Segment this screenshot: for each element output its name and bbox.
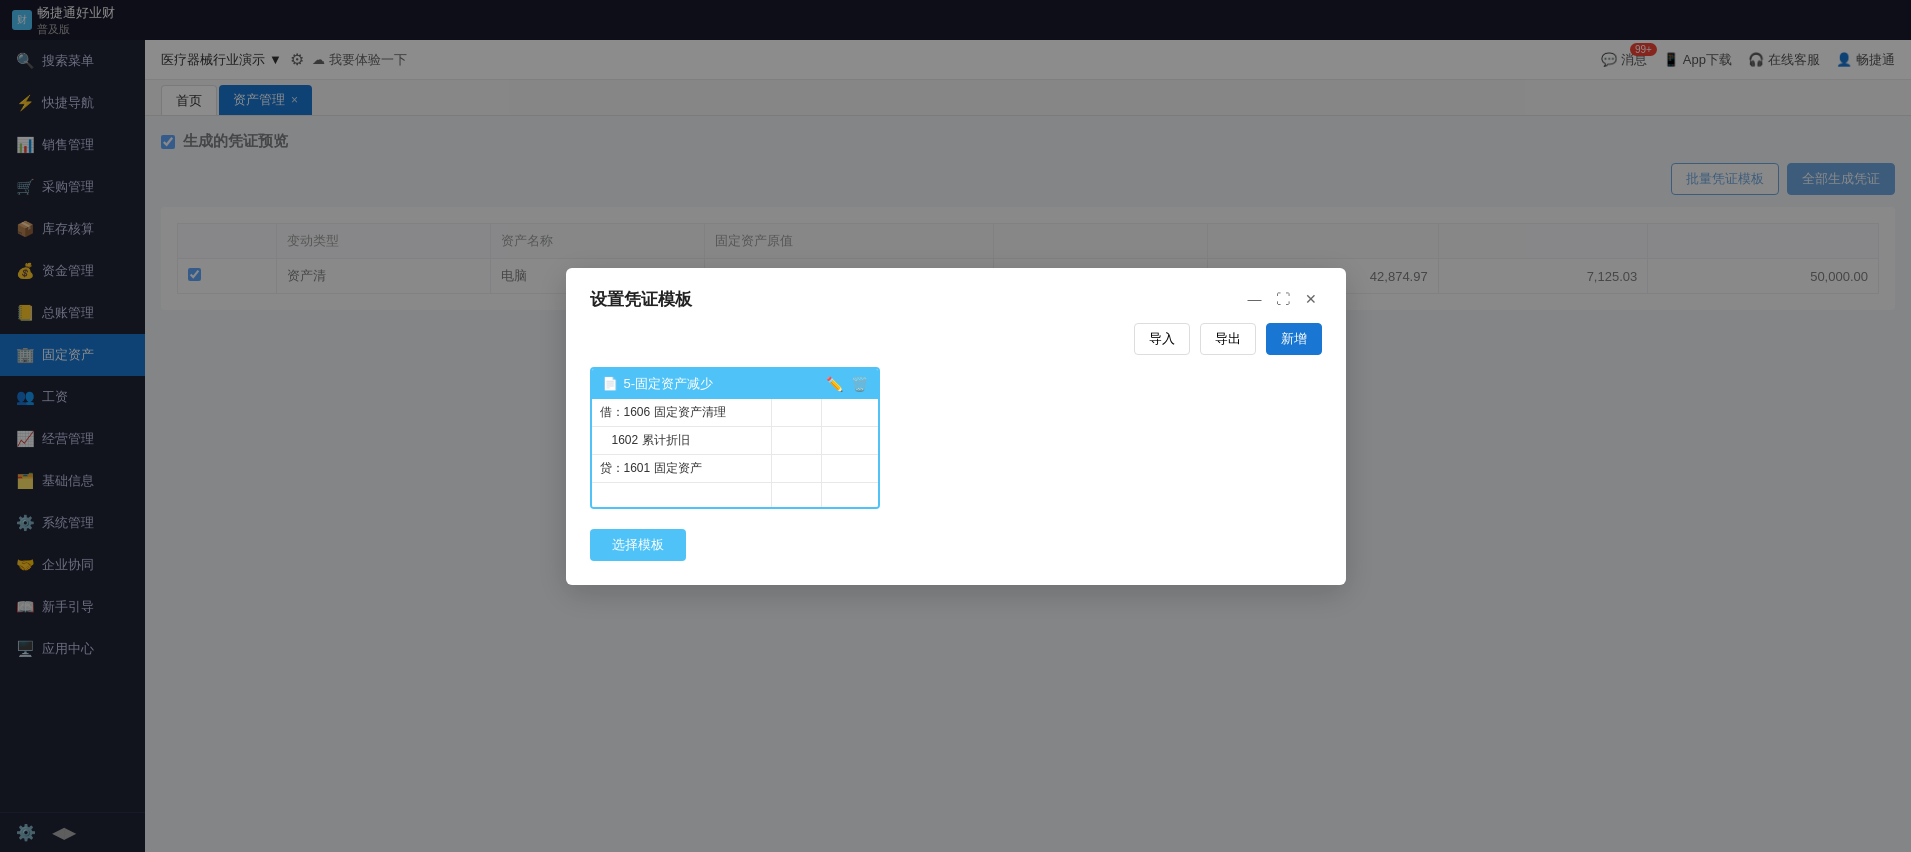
template-cell-account-4	[592, 483, 772, 507]
modal-close-button[interactable]: ✕	[1300, 288, 1322, 310]
template-cell-debit-2	[772, 427, 822, 454]
template-cell-debit-4	[772, 483, 822, 507]
template-card-actions: ✏️ 🗑️	[826, 376, 868, 392]
template-cell-account-3: 贷：1601 固定资产	[592, 455, 772, 482]
set-template-modal: 设置凭证模板 — ⛶ ✕ 导入 导出 新增 📄 5-固定资产	[566, 268, 1346, 585]
template-card-header-left: 📄 5-固定资产减少	[602, 375, 714, 393]
window-controls: — ⛶ ✕	[1244, 288, 1322, 310]
template-id: 5	[624, 376, 631, 391]
template-row-3: 贷：1601 固定资产	[592, 455, 878, 483]
template-card-body: 借：1606 固定资产清理 1602 累计折旧 贷：1601 固定资产	[592, 399, 878, 507]
new-button[interactable]: 新增	[1266, 323, 1322, 355]
template-delete-icon[interactable]: 🗑️	[851, 376, 868, 392]
template-card-header: 📄 5-固定资产减少 ✏️ 🗑️	[592, 369, 878, 399]
template-cell-credit-2	[822, 427, 872, 454]
export-button[interactable]: 导出	[1200, 323, 1256, 355]
template-edit-icon[interactable]: ✏️	[826, 376, 843, 392]
template-cell-account-1: 借：1606 固定资产清理	[592, 399, 772, 426]
template-cell-credit-1	[822, 399, 872, 426]
select-template-button[interactable]: 选择模板	[590, 529, 686, 561]
template-row-1: 借：1606 固定资产清理	[592, 399, 878, 427]
modal-title: 设置凭证模板	[590, 288, 692, 311]
template-card: 📄 5-固定资产减少 ✏️ 🗑️ 借：1606 固定资产清理	[590, 367, 880, 509]
modal-minimize-button[interactable]: —	[1244, 288, 1266, 310]
template-name: 5-固定资产减少	[624, 375, 714, 393]
template-name-text: 固定资产减少	[635, 376, 713, 391]
import-button[interactable]: 导入	[1134, 323, 1190, 355]
template-cell-debit-1	[772, 399, 822, 426]
modal-header-left: 设置凭证模板	[590, 288, 692, 311]
template-doc-icon: 📄	[602, 376, 618, 391]
template-row-2: 1602 累计折旧	[592, 427, 878, 455]
modal-header: 设置凭证模板 — ⛶ ✕	[566, 268, 1346, 323]
template-cell-debit-3	[772, 455, 822, 482]
modal-overlay: 设置凭证模板 — ⛶ ✕ 导入 导出 新增 📄 5-固定资产	[0, 0, 1911, 852]
template-cell-credit-4	[822, 483, 872, 507]
template-cell-account-2: 1602 累计折旧	[592, 427, 772, 454]
template-cell-credit-3	[822, 455, 872, 482]
template-row-4	[592, 483, 878, 507]
modal-toolbar: 导入 导出 新增	[566, 323, 1346, 367]
modal-body: 📄 5-固定资产减少 ✏️ 🗑️ 借：1606 固定资产清理	[566, 367, 1346, 585]
modal-maximize-button[interactable]: ⛶	[1272, 288, 1294, 310]
